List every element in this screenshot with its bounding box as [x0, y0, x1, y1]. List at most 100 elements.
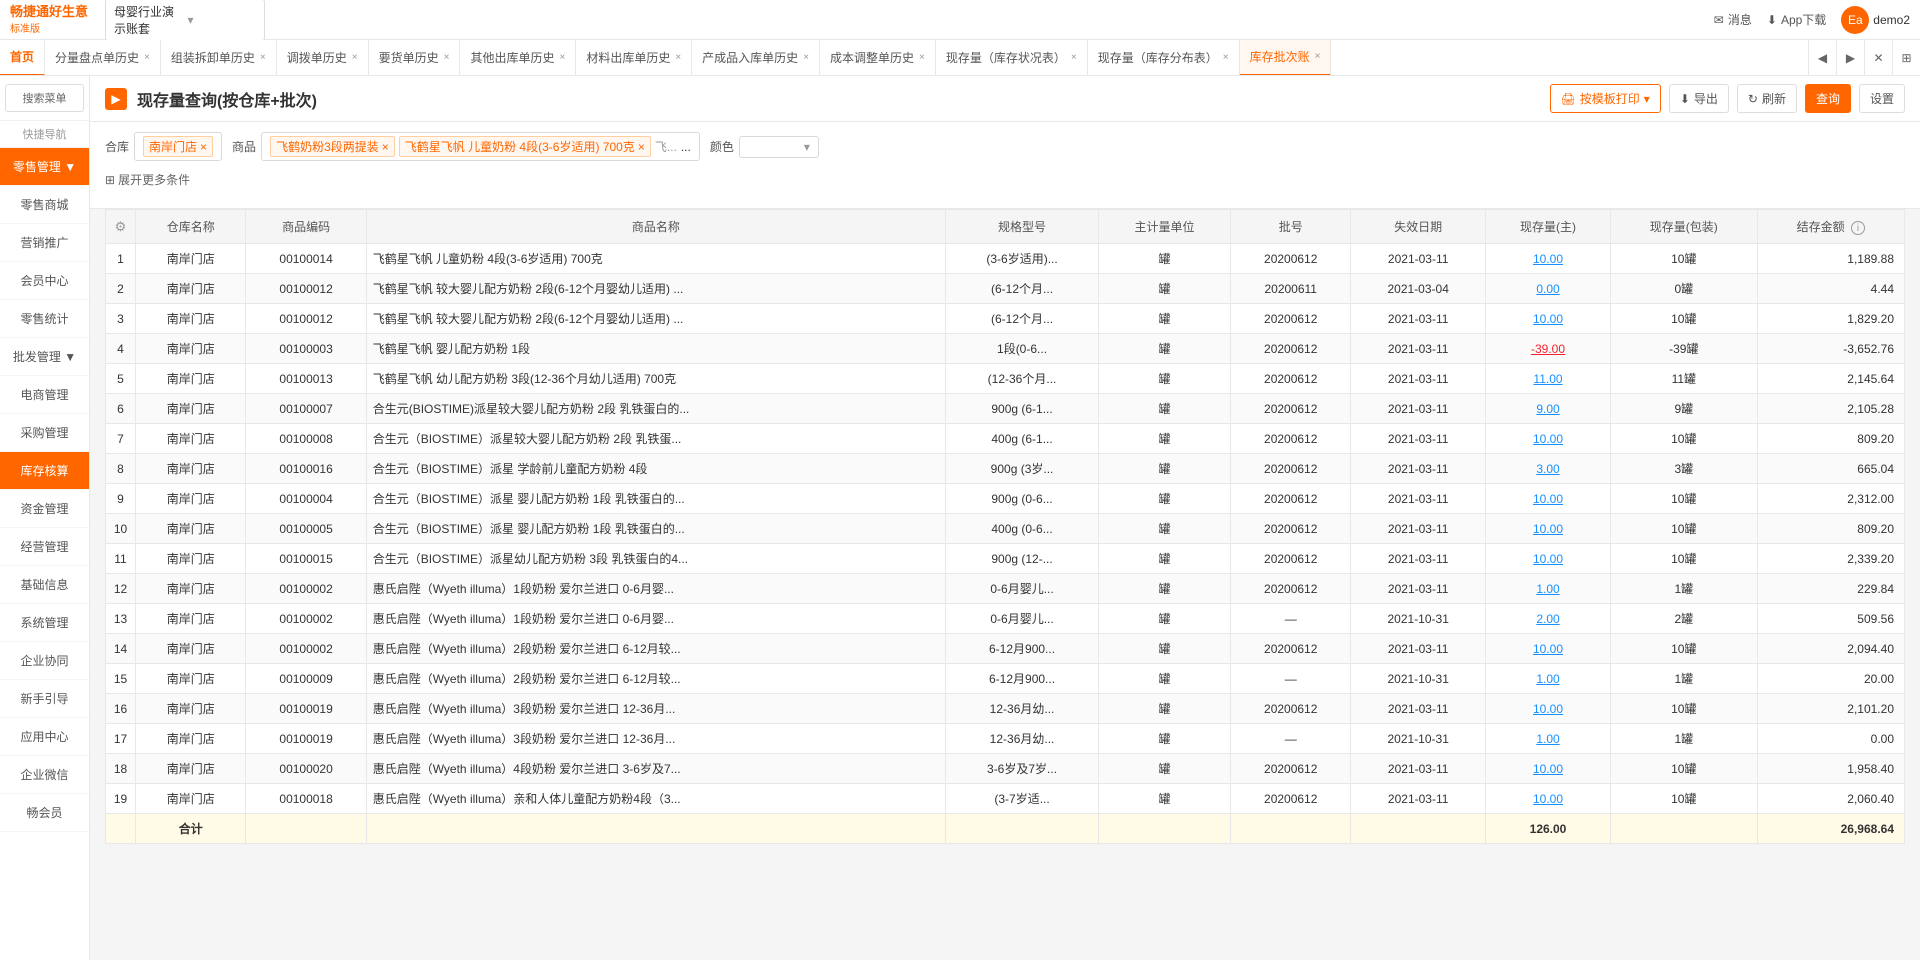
- sidebar-item-inventory[interactable]: 库存核算: [0, 452, 89, 490]
- tab-need-goods-close[interactable]: ×: [444, 52, 450, 63]
- cell-expire: 2021-10-31: [1351, 604, 1486, 634]
- product-tag-2-remove[interactable]: ×: [638, 140, 645, 154]
- qty-main-link[interactable]: 2.00: [1536, 612, 1559, 626]
- tab-other-out[interactable]: 其他出库单历史 ×: [460, 40, 576, 76]
- qty-main-link[interactable]: 10.00: [1533, 702, 1563, 716]
- qty-main-link[interactable]: 10.00: [1533, 792, 1563, 806]
- sidebar-item-marketing[interactable]: 营销推广: [0, 224, 89, 262]
- qty-main-link[interactable]: 1.00: [1536, 582, 1559, 596]
- sidebar-item-retail-mall[interactable]: 零售商城: [0, 186, 89, 224]
- tab-more-btn[interactable]: ⊞: [1892, 40, 1920, 76]
- cell-warehouse: 南岸门店: [136, 604, 246, 634]
- warehouse-tag-group[interactable]: 南岸门店 ×: [134, 132, 222, 161]
- qty-main-link[interactable]: 10.00: [1533, 762, 1563, 776]
- user-area[interactable]: Ea demo2: [1841, 6, 1910, 34]
- qty-main-link[interactable]: 10.00: [1533, 252, 1563, 266]
- workspace-dropdown[interactable]: 母婴行业演示账套 ▾: [105, 0, 265, 41]
- app-download-btn[interactable]: ⬇ App下载: [1767, 11, 1826, 28]
- tab-product-in-close[interactable]: ×: [803, 52, 809, 63]
- tab-stock-status-close[interactable]: ×: [1071, 52, 1077, 63]
- sidebar-item-base-info[interactable]: 基础信息: [0, 566, 89, 604]
- toggle-sidebar-btn[interactable]: ▶: [105, 88, 127, 110]
- search-menu-btn[interactable]: 搜索菜单: [5, 84, 84, 112]
- product-tag-1-remove[interactable]: ×: [382, 140, 389, 154]
- query-btn[interactable]: 查询: [1805, 84, 1851, 113]
- settings-btn[interactable]: 设置: [1859, 84, 1905, 113]
- tab-prev-btn[interactable]: ◀: [1808, 40, 1836, 76]
- sidebar-item-operation[interactable]: 经营管理: [0, 528, 89, 566]
- cell-name: 飞鹤星飞帆 儿童奶粉 4段(3-6岁适用) 700克: [366, 244, 945, 274]
- cell-qty-main: 10.00: [1486, 244, 1611, 274]
- sidebar-item-new-guide[interactable]: 新手引导: [0, 680, 89, 718]
- export-btn[interactable]: ⬇ 导出: [1669, 84, 1729, 113]
- sidebar-item-ecommerce[interactable]: 电商管理: [0, 376, 89, 414]
- tab-transfer-close[interactable]: ×: [352, 52, 358, 63]
- refresh-btn[interactable]: ↻ 刷新: [1737, 84, 1797, 113]
- tab-stock-status[interactable]: 现存量（库存状况表） ×: [936, 40, 1088, 76]
- expand-conditions-btn[interactable]: ⊞ 展开更多条件: [105, 166, 1905, 193]
- qty-main-link[interactable]: 1.00: [1536, 732, 1559, 746]
- tab-product-in[interactable]: 产成品入库单历史 ×: [692, 40, 820, 76]
- tab-next-btn[interactable]: ▶: [1836, 40, 1864, 76]
- tab-split-stock-close[interactable]: ×: [144, 52, 150, 63]
- tab-disassemble-close[interactable]: ×: [260, 52, 266, 63]
- sidebar-item-sys-mgmt[interactable]: 系统管理: [0, 604, 89, 642]
- tab-split-stock[interactable]: 分量盘点单历史 ×: [45, 40, 161, 76]
- tab-stock-dist-close[interactable]: ×: [1223, 52, 1229, 63]
- qty-main-link[interactable]: 0.00: [1536, 282, 1559, 296]
- tab-material-out[interactable]: 材料出库单历史 ×: [576, 40, 692, 76]
- sidebar-item-vip[interactable]: 畅会员: [0, 794, 89, 832]
- tab-batch-voucher[interactable]: 库存批次账 ×: [1240, 40, 1332, 76]
- print-dropdown-arrow[interactable]: ▾: [1644, 92, 1650, 106]
- sidebar-item-retail-stats[interactable]: 零售统计: [0, 300, 89, 338]
- tab-cost-adjust[interactable]: 成本调整单历史 ×: [820, 40, 936, 76]
- qty-main-link[interactable]: 1.00: [1536, 672, 1559, 686]
- qty-main-link[interactable]: 10.00: [1533, 552, 1563, 566]
- sidebar-item-finance[interactable]: 资金管理: [0, 490, 89, 528]
- tab-cost-adjust-close[interactable]: ×: [919, 52, 925, 63]
- tab-transfer-label: 调拨单历史: [287, 49, 347, 66]
- quick-nav-area[interactable]: 快捷导航: [0, 121, 89, 148]
- product-more-indicator[interactable]: 飞...: [655, 138, 677, 155]
- tab-close-all-btn[interactable]: ✕: [1864, 40, 1892, 76]
- color-tag-group[interactable]: ▾: [739, 136, 819, 158]
- sidebar-item-enterprise[interactable]: 企业协同: [0, 642, 89, 680]
- tab-other-out-close[interactable]: ×: [559, 52, 565, 63]
- qty-main-link[interactable]: -39.00: [1531, 342, 1565, 356]
- amount-info-icon[interactable]: i: [1851, 221, 1865, 235]
- tab-disassemble[interactable]: 组装拆卸单历史 ×: [161, 40, 277, 76]
- table-body: 1 南岸门店 00100014 飞鹤星飞帆 儿童奶粉 4段(3-6岁适用) 70…: [106, 244, 1905, 844]
- product-tag-group[interactable]: 飞鹤奶粉3段两提装 × 飞鹤星飞帆 儿童奶粉 4段(3-6岁适用) 700克 ×…: [261, 132, 700, 161]
- print-btn[interactable]: 🖨 按模板打印 ▾: [1550, 84, 1661, 113]
- cell-spec: 6-12月900...: [946, 664, 1099, 694]
- tab-nav-btns: ◀ ▶ ✕ ⊞: [1808, 40, 1920, 76]
- color-dropdown-icon[interactable]: ▾: [804, 140, 810, 154]
- warehouse-tag-remove[interactable]: ×: [200, 140, 207, 154]
- cell-qty-pkg: 0罐: [1610, 274, 1757, 304]
- tab-transfer[interactable]: 调拨单历史 ×: [277, 40, 369, 76]
- qty-main-link[interactable]: 10.00: [1533, 312, 1563, 326]
- tab-need-goods[interactable]: 要货单历史 ×: [369, 40, 461, 76]
- sidebar-item-purchase[interactable]: 采购管理: [0, 414, 89, 452]
- tab-home[interactable]: 首页: [0, 40, 45, 76]
- sidebar-item-retail-mgmt[interactable]: 零售管理 ▼: [0, 148, 89, 186]
- cell-no: 10: [106, 514, 136, 544]
- cell-amount: 229.84: [1757, 574, 1904, 604]
- sidebar-item-app-center[interactable]: 应用中心: [0, 718, 89, 756]
- qty-main-link[interactable]: 10.00: [1533, 432, 1563, 446]
- qty-main-link[interactable]: 3.00: [1536, 462, 1559, 476]
- tab-material-out-close[interactable]: ×: [675, 52, 681, 63]
- tab-stock-dist[interactable]: 现存量（库存分布表） ×: [1088, 40, 1240, 76]
- message-btn[interactable]: ✉ 消息: [1714, 11, 1752, 28]
- qty-main-link[interactable]: 11.00: [1533, 372, 1562, 386]
- col-settings-icon[interactable]: ⚙: [115, 219, 127, 234]
- qty-main-link[interactable]: 10.00: [1533, 642, 1563, 656]
- sidebar-item-wholesale[interactable]: 批发管理 ▼: [0, 338, 89, 376]
- sidebar-item-enterprise-wechat[interactable]: 企业微信: [0, 756, 89, 794]
- cell-qty-main: 10.00: [1486, 304, 1611, 334]
- qty-main-link[interactable]: 9.00: [1536, 402, 1559, 416]
- sidebar-item-member[interactable]: 会员中心: [0, 262, 89, 300]
- qty-main-link[interactable]: 10.00: [1533, 522, 1563, 536]
- tab-batch-voucher-close[interactable]: ×: [1315, 51, 1321, 62]
- qty-main-link[interactable]: 10.00: [1533, 492, 1563, 506]
